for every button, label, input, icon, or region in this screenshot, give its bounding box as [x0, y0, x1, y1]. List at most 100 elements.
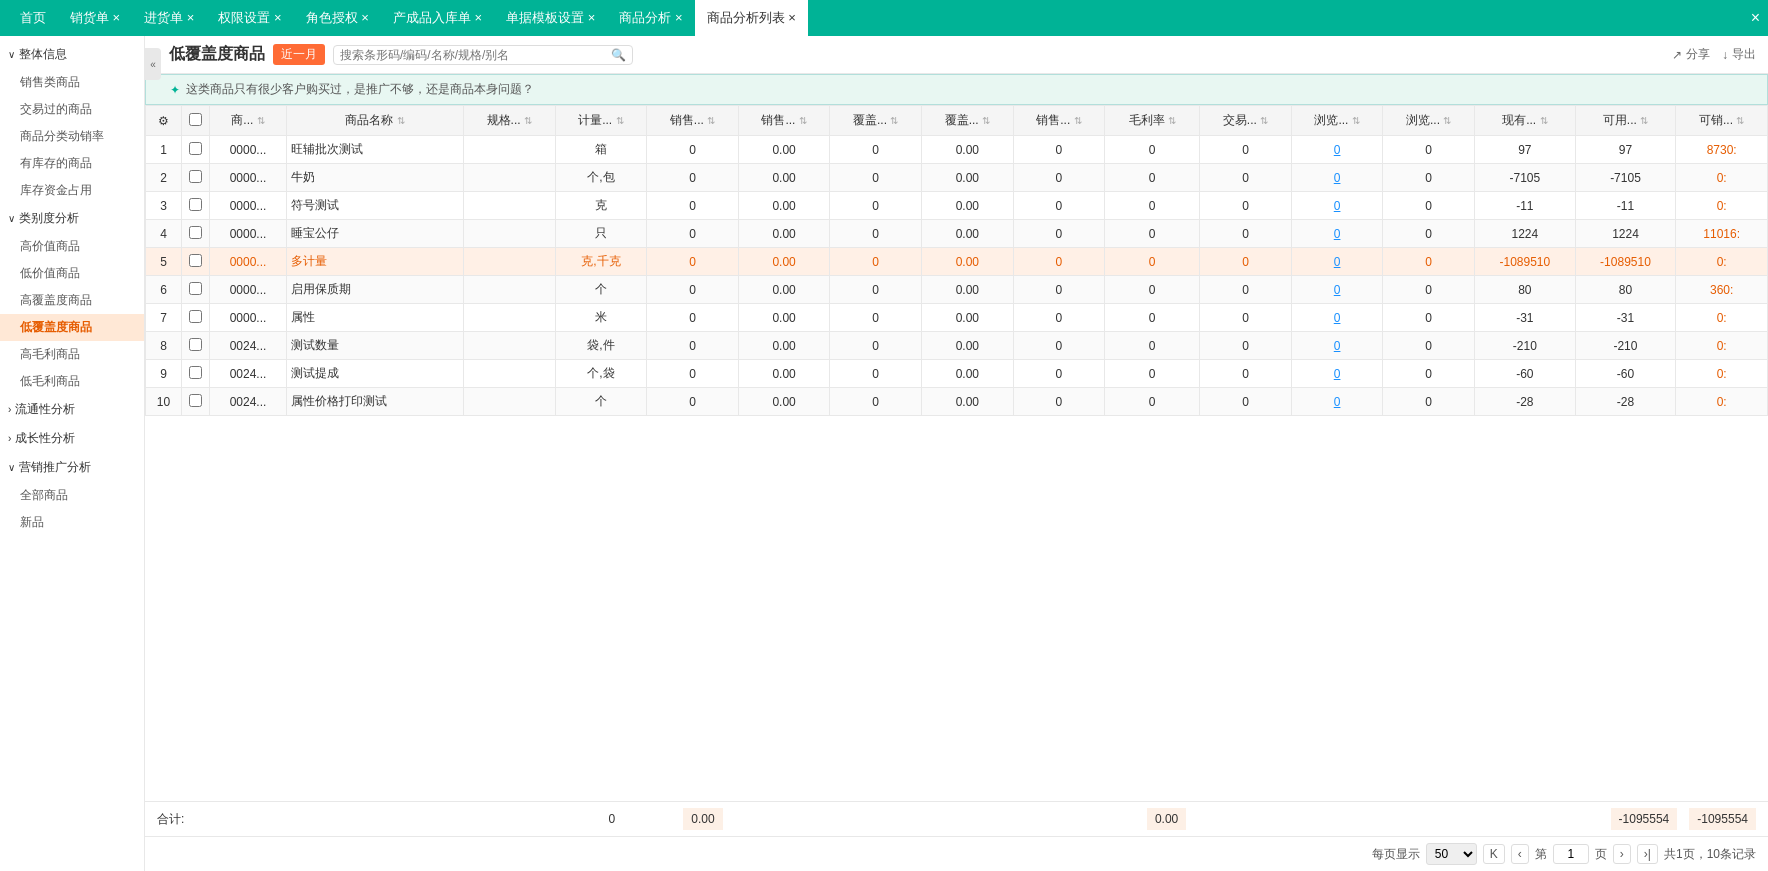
row-spec — [463, 360, 555, 388]
sort-icon-sq[interactable]: ⇅ — [707, 115, 715, 126]
row-sales-qty: 0 — [647, 136, 739, 164]
row-checkbox[interactable] — [182, 164, 210, 192]
row-browse1: 0 — [1291, 248, 1383, 276]
row-checkbox[interactable] — [182, 332, 210, 360]
search-icon[interactable]: 🔍 — [611, 48, 626, 62]
row-margin: 0 — [1105, 136, 1200, 164]
sidebar-section-overall[interactable]: ∨ 整体信息 — [0, 40, 144, 69]
sort-icon-name[interactable]: ⇅ — [397, 115, 405, 126]
nav-purchase[interactable]: 进货单 × — [132, 0, 206, 36]
time-filter-button[interactable]: 近一月 — [273, 44, 325, 65]
row-stock-cur: -11 — [1475, 192, 1576, 220]
table-row: 100024...属性价格打印测试个00.0000.0000000-28-280… — [146, 388, 1768, 416]
sort-icon-c2[interactable]: ⇅ — [982, 115, 990, 126]
row-checkbox[interactable] — [182, 220, 210, 248]
row-trans: 0 — [1200, 388, 1292, 416]
row-browse1: 0 — [1291, 192, 1383, 220]
row-code: 0000... — [210, 304, 287, 332]
col-cov2: 覆盖... ⇅ — [922, 106, 1014, 136]
share-icon: ↗ — [1672, 48, 1682, 62]
row-spec — [463, 220, 555, 248]
row-checkbox[interactable] — [182, 304, 210, 332]
sidebar-item-low-value[interactable]: 低价值商品 — [0, 260, 144, 287]
select-all-checkbox[interactable] — [189, 113, 202, 126]
row-sales-qty: 0 — [647, 276, 739, 304]
col-sales-amt: 销售... ⇅ — [738, 106, 830, 136]
sort-icon-spec[interactable]: ⇅ — [524, 115, 532, 126]
row-checkbox[interactable] — [182, 136, 210, 164]
row-checkbox[interactable] — [182, 248, 210, 276]
row-code: 0000... — [210, 248, 287, 276]
row-unit: 袋,件 — [555, 332, 647, 360]
sort-icon-c1[interactable]: ⇅ — [890, 115, 898, 126]
sidebar-item-category-turnover[interactable]: 商品分类动销率 — [0, 123, 144, 150]
sidebar-item-new-goods[interactable]: 新品 — [0, 509, 144, 536]
col-browse1: 浏览... ⇅ — [1291, 106, 1383, 136]
row-browse1: 0 — [1291, 164, 1383, 192]
row-sales-amt: 0.00 — [738, 388, 830, 416]
row-code: 0000... — [210, 276, 287, 304]
sidebar-item-high-value[interactable]: 高价值商品 — [0, 233, 144, 260]
row-spec — [463, 136, 555, 164]
row-checkbox[interactable] — [182, 388, 210, 416]
settings-col-header[interactable]: ⚙ — [146, 106, 182, 136]
sidebar-item-low-margin[interactable]: 低毛利商品 — [0, 368, 144, 395]
sort-icon-sp[interactable]: ⇅ — [1074, 115, 1082, 126]
row-stock-cur: 97 — [1475, 136, 1576, 164]
sidebar-item-stock-capital[interactable]: 库存资金占用 — [0, 177, 144, 204]
export-button[interactable]: ↓ 导出 — [1722, 46, 1756, 63]
sort-icon-sa[interactable]: ⇅ — [799, 115, 807, 126]
sort-icon-b1[interactable]: ⇅ — [1352, 115, 1360, 126]
sidebar-section-category[interactable]: ∨ 类别度分析 — [0, 204, 144, 233]
col-stock-avail: 可用... ⇅ — [1575, 106, 1676, 136]
sort-icon-m[interactable]: ⇅ — [1168, 115, 1176, 126]
nav-template[interactable]: 单据模板设置 × — [494, 0, 607, 36]
sidebar-item-low-coverage[interactable]: 低覆盖度商品 — [0, 314, 144, 341]
sidebar-section-circulation[interactable]: › 流通性分析 — [0, 395, 144, 424]
sidebar-section-marketing[interactable]: ∨ 营销推广分析 — [0, 453, 144, 482]
row-checkbox[interactable] — [182, 360, 210, 388]
nav-goods-analysis-list[interactable]: 商品分析列表 × — [695, 0, 808, 36]
sidebar-item-sales-goods[interactable]: 销售类商品 — [0, 69, 144, 96]
sort-icon-sav[interactable]: ⇅ — [1640, 115, 1648, 126]
nav-permissions[interactable]: 权限设置 × — [206, 0, 293, 36]
sort-icon-ss[interactable]: ⇅ — [1736, 115, 1744, 126]
page-label-before: 第 — [1535, 846, 1547, 863]
sort-icon[interactable]: ⇅ — [257, 115, 265, 126]
data-table: ⚙ 商... ⇅ 商品名称 ⇅ 规格... ⇅ 计量... ⇅ 销售... ⇅ … — [145, 105, 1768, 416]
sort-icon-sc[interactable]: ⇅ — [1540, 115, 1548, 126]
row-checkbox[interactable] — [182, 276, 210, 304]
collapse-sidebar-button[interactable]: « — [145, 48, 161, 80]
sidebar-item-stock-goods[interactable]: 有库存的商品 — [0, 150, 144, 177]
row-number: 1 — [146, 136, 182, 164]
first-page-button[interactable]: K — [1483, 844, 1505, 864]
nav-production[interactable]: 产成品入库单 × — [381, 0, 494, 36]
nav-role[interactable]: 角色授权 × — [294, 0, 381, 36]
last-page-button[interactable]: ›| — [1637, 844, 1658, 864]
row-cov1: 0 — [830, 164, 922, 192]
sidebar-section-growth[interactable]: › 成长性分析 — [0, 424, 144, 453]
share-button[interactable]: ↗ 分享 — [1672, 46, 1710, 63]
sidebar-item-traded-goods[interactable]: 交易过的商品 — [0, 96, 144, 123]
row-sales-qty: 0 — [647, 304, 739, 332]
row-name: 多计量 — [287, 248, 464, 276]
sort-icon-unit[interactable]: ⇅ — [616, 115, 624, 126]
page-size-select[interactable]: 50 100 200 — [1426, 843, 1477, 865]
checkbox-col-header[interactable] — [182, 106, 210, 136]
prev-page-button[interactable]: ‹ — [1511, 844, 1529, 864]
nav-goods-analysis[interactable]: 商品分析 × — [607, 0, 694, 36]
search-input[interactable] — [340, 48, 607, 62]
nav-home[interactable]: 首页 — [8, 0, 58, 36]
page-number-input[interactable] — [1553, 844, 1589, 864]
row-cov1: 0 — [830, 248, 922, 276]
sidebar-item-all-goods[interactable]: 全部商品 — [0, 482, 144, 509]
row-code: 0000... — [210, 164, 287, 192]
next-page-button[interactable]: › — [1613, 844, 1631, 864]
sidebar-item-high-coverage[interactable]: 高覆盖度商品 — [0, 287, 144, 314]
sort-icon-b2[interactable]: ⇅ — [1443, 115, 1451, 126]
sidebar-item-high-margin[interactable]: 高毛利商品 — [0, 341, 144, 368]
nav-sales[interactable]: 销货单 × — [58, 0, 132, 36]
row-checkbox[interactable] — [182, 192, 210, 220]
sort-icon-t[interactable]: ⇅ — [1260, 115, 1268, 126]
close-button[interactable]: × — [1751, 9, 1760, 27]
